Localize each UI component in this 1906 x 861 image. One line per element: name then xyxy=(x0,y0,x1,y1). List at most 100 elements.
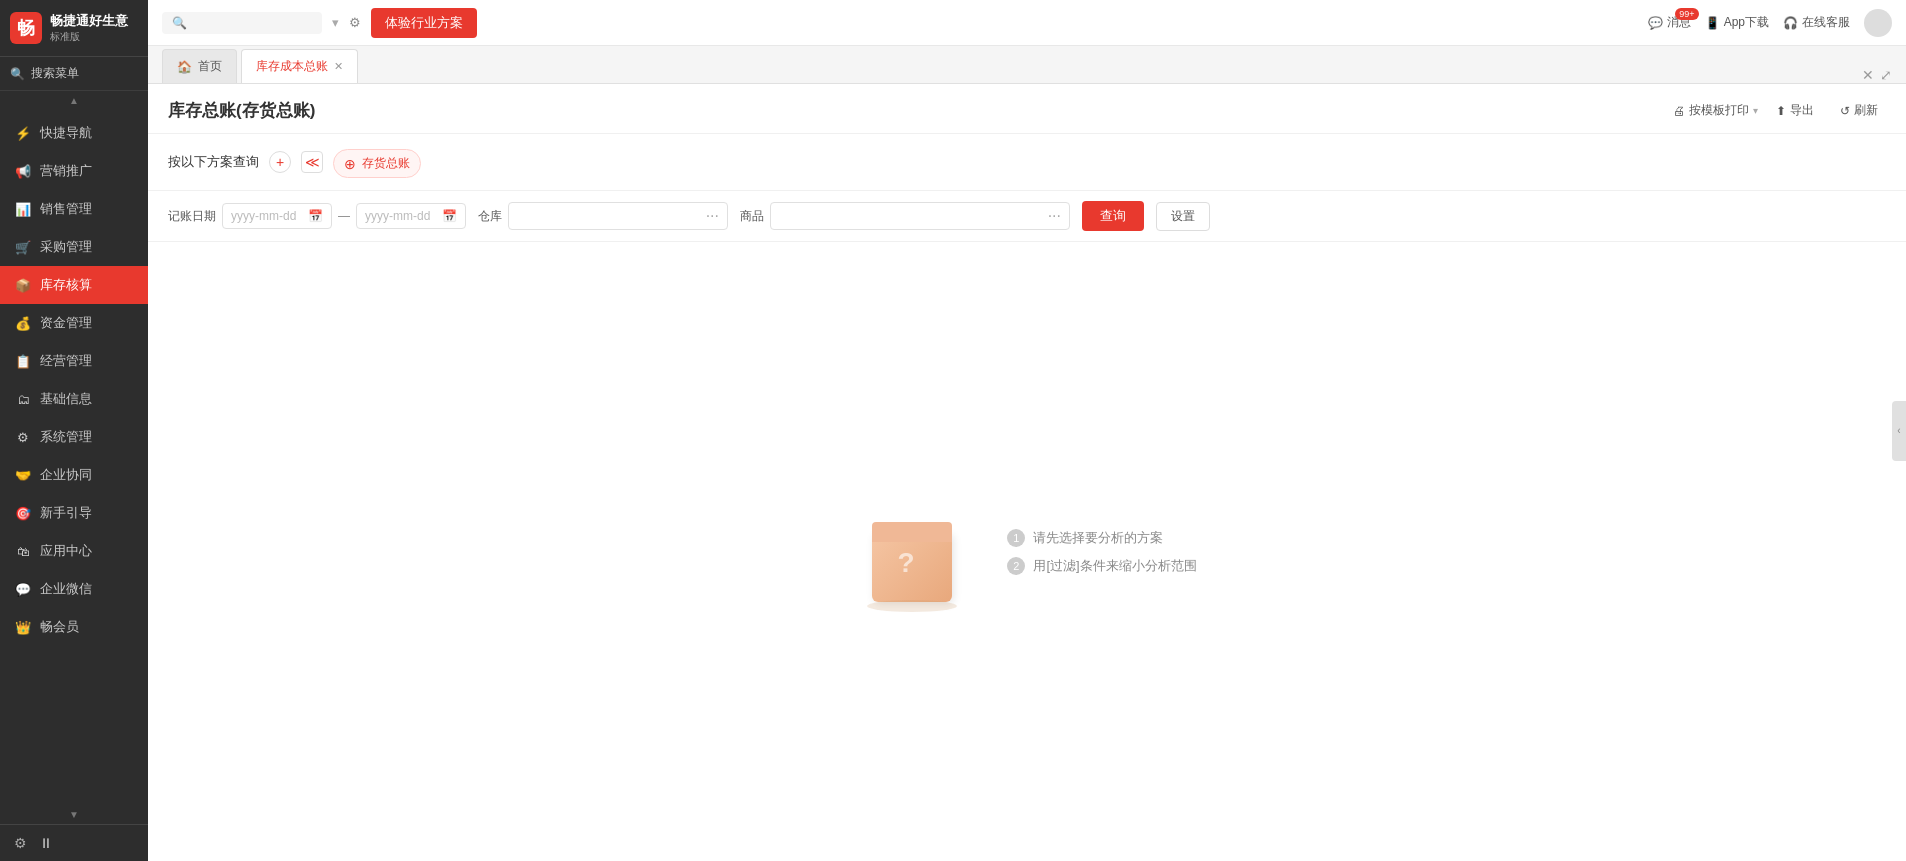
home-icon: 🏠 xyxy=(177,60,192,74)
right-panel-toggle[interactable]: ‹ xyxy=(1892,401,1906,461)
tab-home[interactable]: 🏠 首页 xyxy=(162,49,237,83)
warehouse-filter-group: 仓库 ··· xyxy=(478,202,728,230)
sidebar-item-system[interactable]: ⚙ 系统管理 xyxy=(0,418,148,456)
scroll-up-button[interactable]: ▲ xyxy=(0,91,148,110)
audio-footer-icon[interactable]: ⏸ xyxy=(39,835,53,851)
date-to-input[interactable]: yyyy-mm-dd 📅 xyxy=(356,203,466,229)
message-icon: 💬 xyxy=(1648,16,1663,30)
message-badge: 99+ xyxy=(1675,8,1698,20)
refresh-button[interactable]: ↺ 刷新 xyxy=(1832,98,1886,123)
date-from-input[interactable]: yyyy-mm-dd 📅 xyxy=(222,203,332,229)
filter-scheme-label: 按以下方案查询 xyxy=(168,146,259,171)
page-actions: 🖨 按模板打印 ▾ ⬆ 导出 ↺ 刷新 xyxy=(1673,98,1886,123)
print-button[interactable]: 🖨 按模板打印 ▾ xyxy=(1673,102,1758,119)
sidebar-item-basic[interactable]: 🗂 基础信息 xyxy=(0,380,148,418)
basic-icon: 🗂 xyxy=(14,390,32,408)
tab-home-label: 首页 xyxy=(198,58,222,75)
empty-box xyxy=(872,532,952,602)
sidebar-search-area[interactable]: 🔍 搜索菜单 xyxy=(0,57,148,91)
app-logo: 畅 畅捷通好生意 标准版 xyxy=(0,0,148,57)
calendar-to-icon[interactable]: 📅 xyxy=(442,209,457,223)
warehouse-more-icon[interactable]: ··· xyxy=(706,208,719,224)
message-button[interactable]: 💬 消息 99+ xyxy=(1648,14,1691,31)
scroll-down-button[interactable]: ▼ xyxy=(0,805,148,824)
industry-button[interactable]: 体验行业方案 xyxy=(371,8,477,38)
sidebar-item-label: 企业微信 xyxy=(40,580,92,598)
topbar-dropdown-arrow[interactable]: ▾ xyxy=(332,15,339,30)
online-service-button[interactable]: 🎧 在线客服 xyxy=(1783,14,1850,31)
refresh-icon: ↺ xyxy=(1840,104,1850,118)
sidebar-item-corp[interactable]: 🤝 企业协同 xyxy=(0,456,148,494)
sidebar-item-sales[interactable]: 📊 销售管理 xyxy=(0,190,148,228)
sidebar-item-purchase[interactable]: 🛒 采购管理 xyxy=(0,228,148,266)
sidebar-item-label: 营销推广 xyxy=(40,162,92,180)
app-download-label: App下载 xyxy=(1724,14,1769,31)
settings-button[interactable]: 设置 xyxy=(1156,202,1210,231)
date-field-label: 记账日期 xyxy=(168,208,216,225)
sidebar-item-operation[interactable]: 📋 经营管理 xyxy=(0,342,148,380)
sidebar-nav: ⚡ 快捷导航 📢 营销推广 📊 销售管理 🛒 采购管理 📦 库存核算 💰 资金管… xyxy=(0,110,148,805)
goods-field-label: 商品 xyxy=(740,208,764,225)
print-dropdown-arrow[interactable]: ▾ xyxy=(1753,105,1758,116)
topbar-search-icon: 🔍 xyxy=(172,16,187,30)
sidebar-item-guide[interactable]: 🎯 新手引导 xyxy=(0,494,148,532)
filter-controls: + ≪ ⊕ 存货总账 xyxy=(269,146,1886,178)
sidebar-item-marketing[interactable]: 📢 营销推广 xyxy=(0,152,148,190)
filter-add-button[interactable]: + xyxy=(269,151,291,173)
system-icon: ⚙ xyxy=(14,428,32,446)
filter-collapse-button[interactable]: ≪ xyxy=(301,151,323,173)
export-icon: ⬆ xyxy=(1776,104,1786,118)
tab-bar-expand-icon[interactable]: ⤢ xyxy=(1880,67,1892,83)
sidebar-item-wecom[interactable]: 💬 企业微信 xyxy=(0,570,148,608)
calendar-from-icon[interactable]: 📅 xyxy=(308,209,323,223)
scheme-item-inventory[interactable]: ⊕ 存货总账 xyxy=(333,149,421,178)
topbar-settings-icon[interactable]: ⚙ xyxy=(349,15,361,30)
query-button[interactable]: 查询 xyxy=(1082,201,1144,231)
sidebar-item-inventory[interactable]: 📦 库存核算 xyxy=(0,266,148,304)
marketing-icon: 📢 xyxy=(14,162,32,180)
online-service-label: 在线客服 xyxy=(1802,14,1850,31)
page-content: 库存总账(存货总账) 🖨 按模板打印 ▾ ⬆ 导出 ↺ 刷新 按以下方案查询 xyxy=(148,84,1906,861)
user-avatar[interactable] xyxy=(1864,9,1892,37)
sidebar-item-vip[interactable]: 👑 畅会员 xyxy=(0,608,148,646)
sidebar-item-appstore[interactable]: 🛍 应用中心 xyxy=(0,532,148,570)
tab-inventory-ledger[interactable]: 库存成本总账 ✕ xyxy=(241,49,358,83)
topbar-right: 💬 消息 99+ 📱 App下载 🎧 在线客服 xyxy=(1648,9,1892,37)
print-label: 按模板打印 xyxy=(1689,102,1749,119)
app-download-icon: 📱 xyxy=(1705,16,1720,30)
sidebar-search-button[interactable]: 🔍 搜索菜单 xyxy=(10,65,138,82)
purchase-icon: 🛒 xyxy=(14,238,32,256)
topbar: 🔍 ▾ ⚙ 体验行业方案 💬 消息 99+ 📱 App下载 🎧 在线客服 xyxy=(148,0,1906,46)
filter-row: 记账日期 yyyy-mm-dd 📅 — yyyy-mm-dd 📅 仓库 ··· xyxy=(148,191,1906,242)
goods-more-icon[interactable]: ··· xyxy=(1048,208,1061,224)
empty-hint-1: 1 请先选择要分析的方案 xyxy=(1007,529,1196,547)
date-to-placeholder: yyyy-mm-dd xyxy=(365,209,430,223)
warehouse-field-label: 仓库 xyxy=(478,208,502,225)
goods-filter-group: 商品 ··· xyxy=(740,202,1070,230)
scheme-icon: ⊕ xyxy=(344,156,356,172)
app-name: 畅捷通好生意 xyxy=(50,13,128,30)
page-title: 库存总账(存货总账) xyxy=(168,99,315,122)
appstore-icon: 🛍 xyxy=(14,542,32,560)
corp-icon: 🤝 xyxy=(14,466,32,484)
warehouse-select[interactable]: ··· xyxy=(508,202,728,230)
footer-icons: ⚙ ⏸ xyxy=(14,835,53,851)
empty-hint-2: 2 用[过滤]条件来缩小分析范围 xyxy=(1007,557,1196,575)
tab-bar-close-icon[interactable]: ✕ xyxy=(1862,67,1874,83)
sidebar-item-shortcut[interactable]: ⚡ 快捷导航 xyxy=(0,114,148,152)
goods-select[interactable]: ··· xyxy=(770,202,1070,230)
app-version: 标准版 xyxy=(50,30,128,43)
sidebar-item-finance[interactable]: 💰 资金管理 xyxy=(0,304,148,342)
wecom-icon: 💬 xyxy=(14,580,32,598)
settings-footer-icon[interactable]: ⚙ xyxy=(14,835,27,851)
date-filter-group: 记账日期 yyyy-mm-dd 📅 — yyyy-mm-dd 📅 xyxy=(168,203,466,229)
operation-icon: 📋 xyxy=(14,352,32,370)
topbar-search-area[interactable]: 🔍 xyxy=(162,12,322,34)
sidebar-item-label: 应用中心 xyxy=(40,542,92,560)
export-button[interactable]: ⬆ 导出 xyxy=(1768,98,1822,123)
app-download-button[interactable]: 📱 App下载 xyxy=(1705,14,1769,31)
tab-close-button[interactable]: ✕ xyxy=(334,60,343,73)
sidebar-item-label: 资金管理 xyxy=(40,314,92,332)
sidebar-item-label: 企业协同 xyxy=(40,466,92,484)
sidebar-item-label: 系统管理 xyxy=(40,428,92,446)
